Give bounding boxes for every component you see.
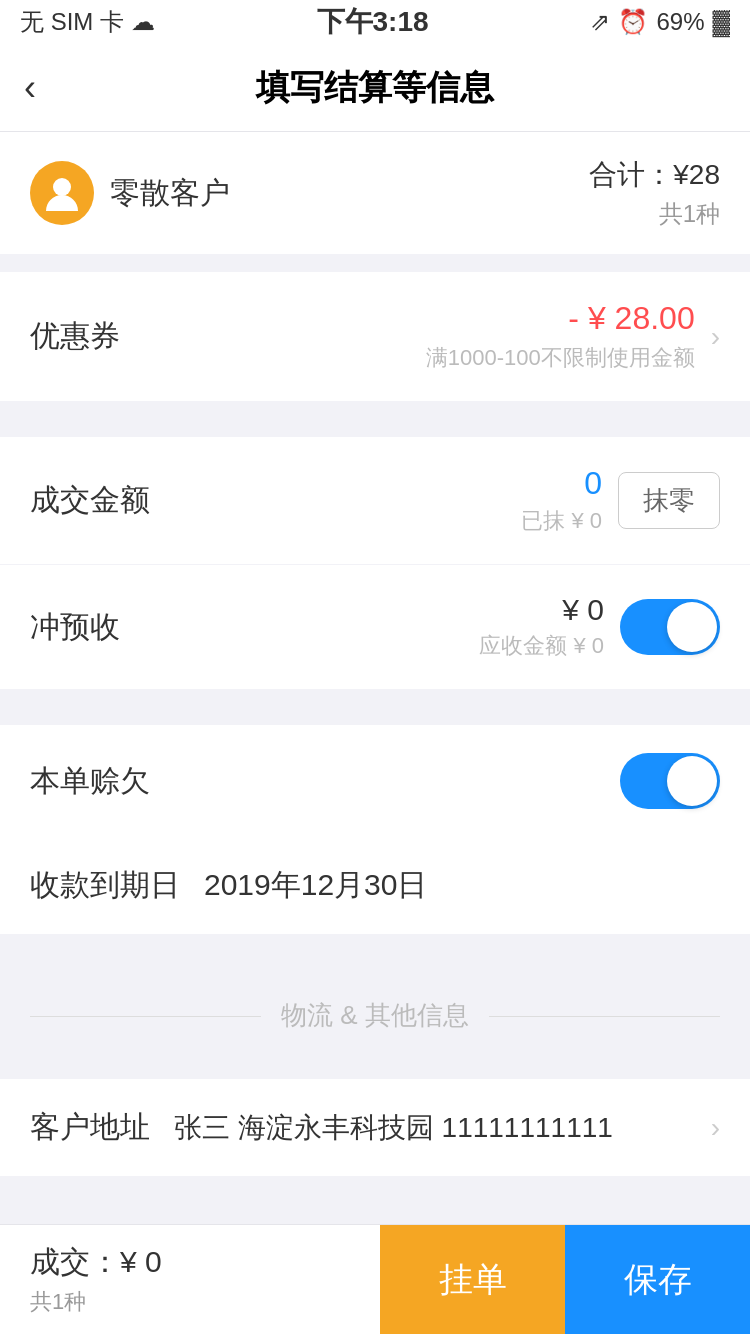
logistics-divider-text: 物流 & 其他信息 [261, 998, 489, 1033]
debt-row: 本单赊欠 [0, 725, 750, 837]
coupon-value-block: - ¥ 28.00 满1000-100不限制使用金额 [426, 300, 695, 373]
debt-section: 本单赊欠 收款到期日 2019年12月30日 [0, 725, 750, 934]
deal-amount-row: 成交金额 0 已抹 ¥ 0 抹零 [0, 437, 750, 565]
pre-receive-value: ¥ 0 [479, 593, 604, 627]
address-label: 客户地址 [30, 1107, 150, 1148]
content-area: 零散客户 合计：¥28 共1种 优惠券 - ¥ 28.00 满1000-100不… [0, 132, 750, 1314]
person-icon [42, 173, 82, 213]
address-section: 客户地址 张三 海淀永丰科技园 11111111111 › [0, 1079, 750, 1176]
customer-count: 共1种 [589, 198, 720, 230]
save-button[interactable]: 保存 [565, 1225, 750, 1334]
chevron-right-icon: › [711, 321, 720, 353]
section-divider-4 [0, 1061, 750, 1079]
due-date-value[interactable]: 2019年12月30日 [204, 865, 427, 906]
status-bar-right: ⇗ ⏰ 69% ▓ [590, 8, 730, 36]
bottom-actions: 挂单 保存 [380, 1225, 750, 1334]
due-date-label: 收款到期日 [30, 865, 180, 906]
address-value: 张三 海淀永丰科技园 11111111111 [174, 1109, 711, 1147]
coupon-row[interactable]: 优惠券 - ¥ 28.00 满1000-100不限制使用金额 › [0, 272, 750, 401]
customer-row: 零散客户 合计：¥28 共1种 [0, 132, 750, 254]
battery-icon: ▓ [712, 8, 730, 36]
coupon-right: - ¥ 28.00 满1000-100不限制使用金额 › [426, 300, 720, 373]
section-divider-1 [0, 419, 750, 437]
sim-signal: 无 SIM 卡 ☁ [20, 6, 155, 38]
deal-amount-value-block: 0 已抹 ¥ 0 [521, 465, 602, 536]
pre-receive-label: 冲预收 [30, 607, 120, 648]
pre-receive-row: 冲预收 ¥ 0 应收金额 ¥ 0 [0, 565, 750, 689]
section-divider-2 [0, 707, 750, 725]
deal-amount-section: 成交金额 0 已抹 ¥ 0 抹零 冲预收 ¥ 0 应收金额 ¥ 0 [0, 437, 750, 689]
svg-point-0 [53, 178, 71, 196]
pre-receive-note: 应收金额 ¥ 0 [479, 631, 604, 661]
logistics-divider: 物流 & 其他信息 [0, 970, 750, 1061]
deal-amount-value[interactable]: 0 [521, 465, 602, 502]
page-title: 填写结算等信息 [256, 65, 494, 111]
pending-button[interactable]: 挂单 [380, 1225, 565, 1334]
back-button[interactable]: ‹ [24, 67, 36, 109]
status-bar-time: 下午3:18 [317, 3, 429, 41]
battery-label: 69% [656, 8, 704, 36]
pre-receive-value-block: ¥ 0 应收金额 ¥ 0 [479, 593, 604, 661]
customer-total: 合计：¥28 [589, 156, 720, 194]
bottom-info: 成交：¥ 0 共1种 [0, 1242, 380, 1317]
pre-receive-toggle[interactable] [620, 599, 720, 655]
address-row[interactable]: 客户地址 张三 海淀永丰科技园 11111111111 › [0, 1079, 750, 1176]
customer-summary: 合计：¥28 共1种 [589, 156, 720, 230]
customer-name: 零散客户 [110, 173, 230, 214]
toggle-knob [667, 602, 717, 652]
bottom-deal-value: ¥ 0 [120, 1245, 162, 1278]
bottom-bar: 成交：¥ 0 共1种 挂单 保存 [0, 1224, 750, 1334]
debt-toggle-knob [667, 756, 717, 806]
round-zero-button[interactable]: 抹零 [618, 472, 720, 529]
debt-label: 本单赊欠 [30, 761, 150, 802]
pre-receive-right: ¥ 0 应收金额 ¥ 0 [479, 593, 720, 661]
status-bar: 无 SIM 卡 ☁ 下午3:18 ⇗ ⏰ 69% ▓ [0, 0, 750, 44]
coupon-label: 优惠券 [30, 316, 120, 357]
bottom-deal-text: 成交： [30, 1245, 120, 1278]
due-date-row: 收款到期日 2019年12月30日 [0, 837, 750, 934]
customer-avatar [30, 161, 94, 225]
deal-amount-label: 成交金额 [30, 480, 150, 521]
alarm-icon: ⏰ [618, 8, 648, 36]
status-bar-left: 无 SIM 卡 ☁ [20, 6, 155, 38]
address-chevron-icon: › [711, 1112, 720, 1144]
coupon-amount: - ¥ 28.00 [426, 300, 695, 337]
location-icon: ⇗ [590, 8, 610, 36]
bottom-count: 共1种 [30, 1287, 350, 1317]
debt-toggle[interactable] [620, 753, 720, 809]
nav-bar: ‹ 填写结算等信息 [0, 44, 750, 132]
coupon-note: 满1000-100不限制使用金额 [426, 343, 695, 373]
bottom-deal-label: 成交：¥ 0 [30, 1242, 350, 1283]
section-divider-3 [0, 952, 750, 970]
customer-info: 零散客户 [30, 161, 230, 225]
coupon-section: 优惠券 - ¥ 28.00 满1000-100不限制使用金额 › [0, 272, 750, 401]
deal-amount-right: 0 已抹 ¥ 0 抹零 [521, 465, 720, 536]
deal-amount-note: 已抹 ¥ 0 [521, 506, 602, 536]
